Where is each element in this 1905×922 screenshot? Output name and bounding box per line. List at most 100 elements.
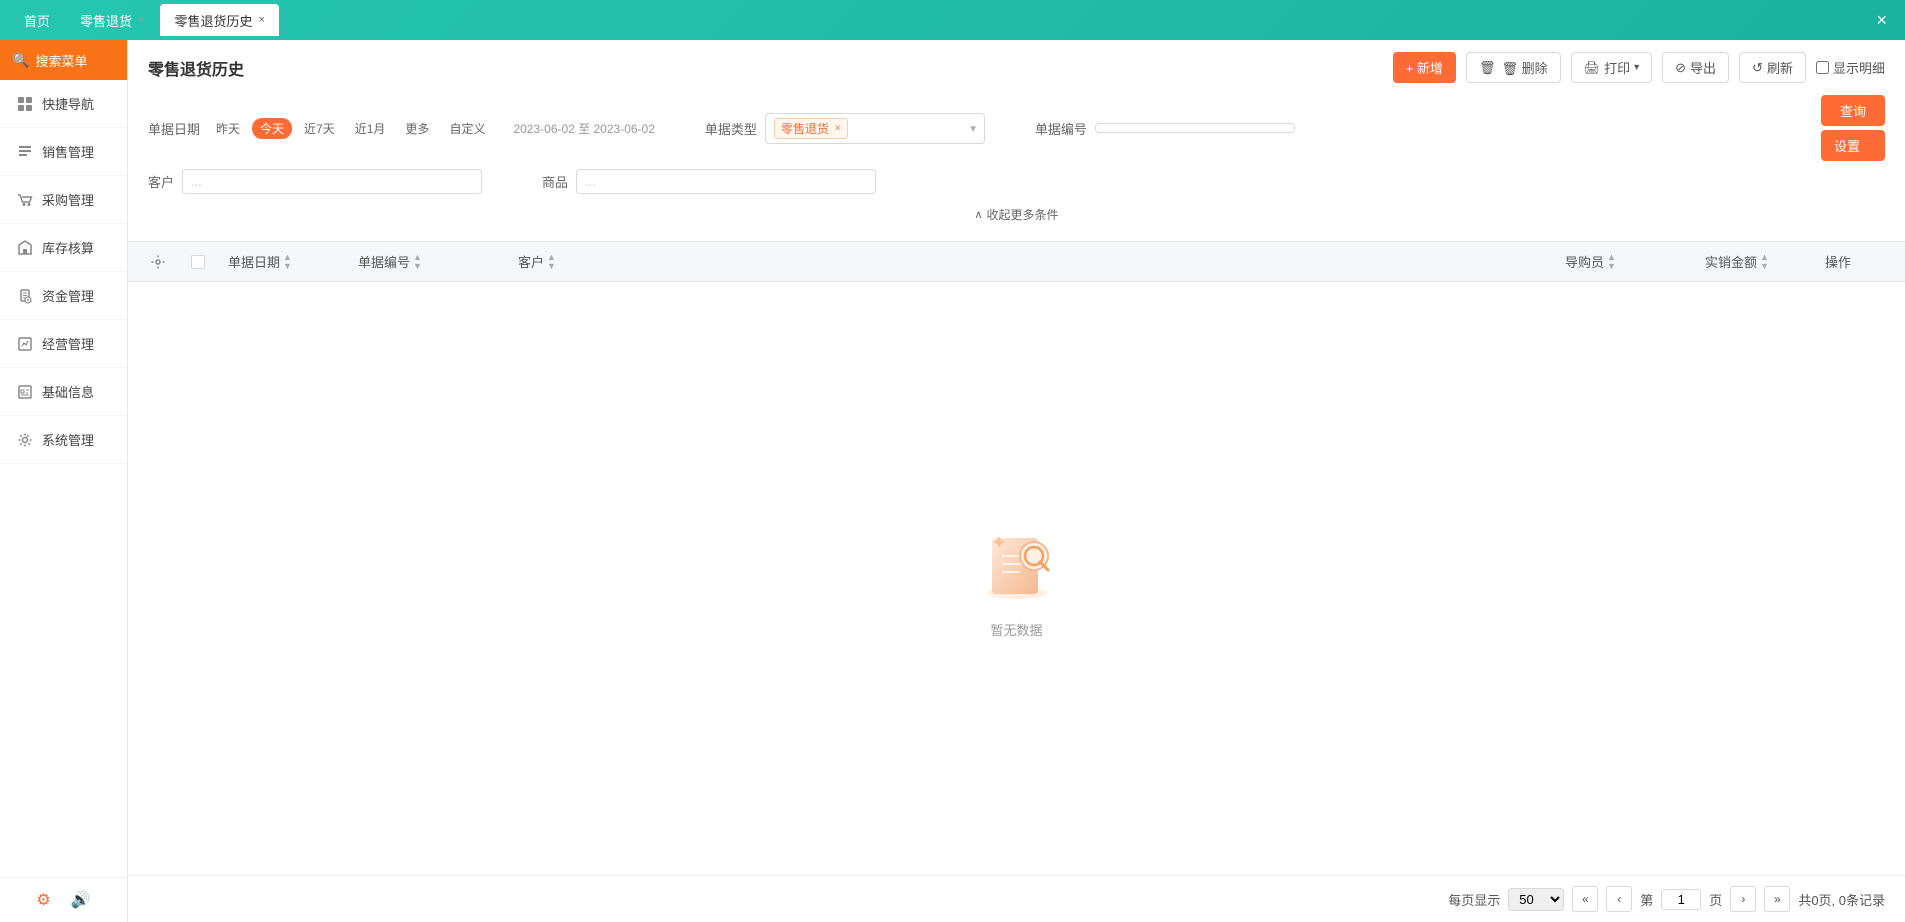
- empty-illustration: [972, 518, 1062, 608]
- type-select[interactable]: 零售退货 × ▾: [765, 113, 985, 144]
- toolbar: + 新增 🗑 🗑 删除 🖨 打印 ▾ ⊘ 导出: [1393, 52, 1885, 83]
- page-header: 零售退货历史 + 新增 🗑 🗑 删除 🖨 打印 ▾ ⊘ 导出: [128, 40, 1905, 242]
- th-guide[interactable]: 导购员 ▲▼: [1555, 252, 1695, 271]
- goods-input[interactable]: ...: [576, 169, 876, 194]
- tab-list: 首页 零售退货 × 零售退货历史 ×: [10, 4, 1868, 36]
- date-range-display: 2023-06-02 至 2023-06-02: [513, 120, 654, 137]
- page-title: 零售退货历史: [148, 56, 244, 80]
- filter-section: 单据日期 昨天 今天 近7天 近1月 更多 自定义 2023-06-02 至 2…: [148, 95, 1885, 241]
- date-btn-yesterday[interactable]: 昨天: [208, 118, 248, 139]
- purchase-mgmt-icon: [16, 191, 34, 209]
- sort-customer-icon: ▲▼: [547, 253, 556, 271]
- export-icon: ⊘: [1675, 60, 1686, 76]
- print-dropdown-icon: ▾: [1634, 62, 1639, 73]
- empty-text: 暂无数据: [990, 620, 1042, 639]
- th-customer[interactable]: 客户 ▲▼: [508, 252, 1555, 271]
- pagination-summary: 共0页, 0条记录: [1798, 890, 1885, 909]
- type-tag-remove[interactable]: ×: [835, 123, 841, 134]
- new-button[interactable]: + 新增: [1393, 52, 1456, 83]
- customer-filter: 客户 ...: [148, 169, 482, 194]
- sidebar: 🔍 搜索菜单 快捷导航 销售管理 采购管理 库存核算: [0, 40, 128, 922]
- tab-retail-return[interactable]: 零售退货 ×: [66, 4, 158, 36]
- system-mgmt-icon: [16, 431, 34, 449]
- search-icon: 🔍: [12, 52, 29, 69]
- type-tag: 零售退货 ×: [774, 118, 848, 139]
- sidebar-item-sales-mgmt[interactable]: 销售管理: [0, 128, 127, 176]
- delete-button[interactable]: 🗑 🗑 删除: [1466, 52, 1561, 83]
- sidebar-bottom: ⚙ 🔊: [0, 877, 127, 922]
- tab-home[interactable]: 首页: [10, 4, 64, 36]
- sort-guide-icon: ▲▼: [1607, 253, 1616, 271]
- date-filter: 单据日期 昨天 今天 近7天 近1月 更多 自定义: [148, 118, 493, 139]
- th-setting[interactable]: [138, 254, 178, 270]
- th-date[interactable]: 单据日期 ▲▼: [218, 252, 348, 271]
- page-suffix: 页: [1709, 890, 1722, 909]
- collapse-row[interactable]: ∧ 收起更多条件: [148, 202, 1885, 231]
- sidebar-item-inventory[interactable]: 库存核算: [0, 224, 127, 272]
- refresh-button[interactable]: ↺ 刷新: [1739, 52, 1806, 83]
- filter-row-1: 单据日期 昨天 今天 近7天 近1月 更多 自定义 2023-06-02 至 2…: [148, 95, 1885, 161]
- date-btn-today[interactable]: 今天: [252, 118, 292, 139]
- date-shortcuts: 昨天 今天 近7天 近1月 更多 自定义: [208, 118, 493, 139]
- th-num[interactable]: 单据编号 ▲▼: [348, 252, 508, 271]
- table-header: 单据日期 ▲▼ 单据编号 ▲▼ 客户 ▲▼ 导购员 ▲▼ 实销金额 ▲▼: [128, 242, 1905, 282]
- tab-retail-return-history[interactable]: 零售退货历史 ×: [160, 4, 278, 36]
- print-icon: 🖨: [1584, 60, 1601, 76]
- type-dropdown-icon: ▾: [970, 122, 976, 135]
- print-button[interactable]: 🖨 打印 ▾: [1571, 52, 1653, 83]
- sidebar-settings-icon[interactable]: ⚙: [36, 890, 50, 910]
- export-button[interactable]: ⊘ 导出: [1662, 52, 1729, 83]
- filter-row-2: 客户 ... 商品 ...: [148, 169, 1805, 194]
- quick-nav-icon: [16, 95, 34, 113]
- content-area: 零售退货历史 + 新增 🗑 🗑 删除 🖨 打印 ▾ ⊘ 导出: [128, 40, 1905, 922]
- page-prev-button[interactable]: ‹: [1606, 886, 1632, 912]
- tab-retail-return-history-close[interactable]: ×: [258, 14, 264, 26]
- query-setting-group: 查询 设置: [1821, 95, 1885, 161]
- page-first-button[interactable]: «: [1572, 886, 1598, 912]
- ops-mgmt-icon: [16, 335, 34, 353]
- empty-state: 暂无数据: [128, 282, 1905, 875]
- tab-bar: 首页 零售退货 × 零售退货历史 × ×: [0, 0, 1905, 40]
- finance-mgmt-icon: [16, 287, 34, 305]
- sidebar-item-basic-info[interactable]: 基础信息: [0, 368, 127, 416]
- sidebar-item-purchase-mgmt[interactable]: 采购管理: [0, 176, 127, 224]
- sidebar-search[interactable]: 🔍 搜索菜单: [0, 40, 127, 80]
- date-btn-7days[interactable]: 近7天: [296, 118, 343, 139]
- sidebar-item-quick-nav[interactable]: 快捷导航: [0, 80, 127, 128]
- type-filter: 单据类型 零售退货 × ▾: [705, 113, 985, 144]
- basic-info-icon: [16, 383, 34, 401]
- th-check[interactable]: [178, 255, 218, 269]
- page-number-input[interactable]: [1661, 889, 1701, 910]
- sidebar-item-finance-mgmt[interactable]: 资金管理: [0, 272, 127, 320]
- show-detail-checkbox[interactable]: 显示明细: [1816, 58, 1885, 77]
- pagination: 每页显示 50 20 100 « ‹ 第 页 › » 共0页, 0条记录: [128, 875, 1905, 922]
- delete-icon: 🗑: [1479, 60, 1496, 76]
- tab-retail-return-close[interactable]: ×: [138, 14, 144, 26]
- page-label: 第: [1640, 890, 1653, 909]
- table-container: 单据日期 ▲▼ 单据编号 ▲▼ 客户 ▲▼ 导购员 ▲▼ 实销金额 ▲▼: [128, 242, 1905, 875]
- sidebar-item-ops-mgmt[interactable]: 经营管理: [0, 320, 127, 368]
- page-last-button[interactable]: »: [1764, 886, 1790, 912]
- goods-filter: 商品 ...: [542, 169, 876, 194]
- show-detail-input[interactable]: [1816, 61, 1829, 74]
- sidebar-audio-icon[interactable]: 🔊: [71, 890, 91, 910]
- date-btn-1month[interactable]: 近1月: [347, 118, 394, 139]
- window-close-button[interactable]: ×: [1868, 10, 1895, 31]
- date-btn-more[interactable]: 更多: [397, 118, 437, 139]
- sales-mgmt-icon: [16, 143, 34, 161]
- collapse-icon: ∧: [974, 208, 982, 221]
- page-next-button[interactable]: ›: [1730, 886, 1756, 912]
- sort-num-icon: ▲▼: [413, 253, 422, 271]
- sort-amount-icon: ▲▼: [1760, 253, 1769, 271]
- query-button[interactable]: 查询: [1821, 95, 1885, 126]
- customer-input[interactable]: ...: [182, 169, 482, 194]
- date-btn-custom[interactable]: 自定义: [441, 118, 493, 139]
- inventory-icon: [16, 239, 34, 257]
- check-all-checkbox[interactable]: [191, 255, 205, 269]
- setting-button[interactable]: 设置: [1821, 130, 1885, 161]
- code-input[interactable]: [1095, 123, 1295, 133]
- th-amount[interactable]: 实销金额 ▲▼: [1695, 252, 1815, 271]
- sidebar-item-system-mgmt[interactable]: 系统管理: [0, 416, 127, 464]
- per-page-select[interactable]: 50 20 100: [1508, 888, 1564, 911]
- sort-date-icon: ▲▼: [283, 253, 292, 271]
